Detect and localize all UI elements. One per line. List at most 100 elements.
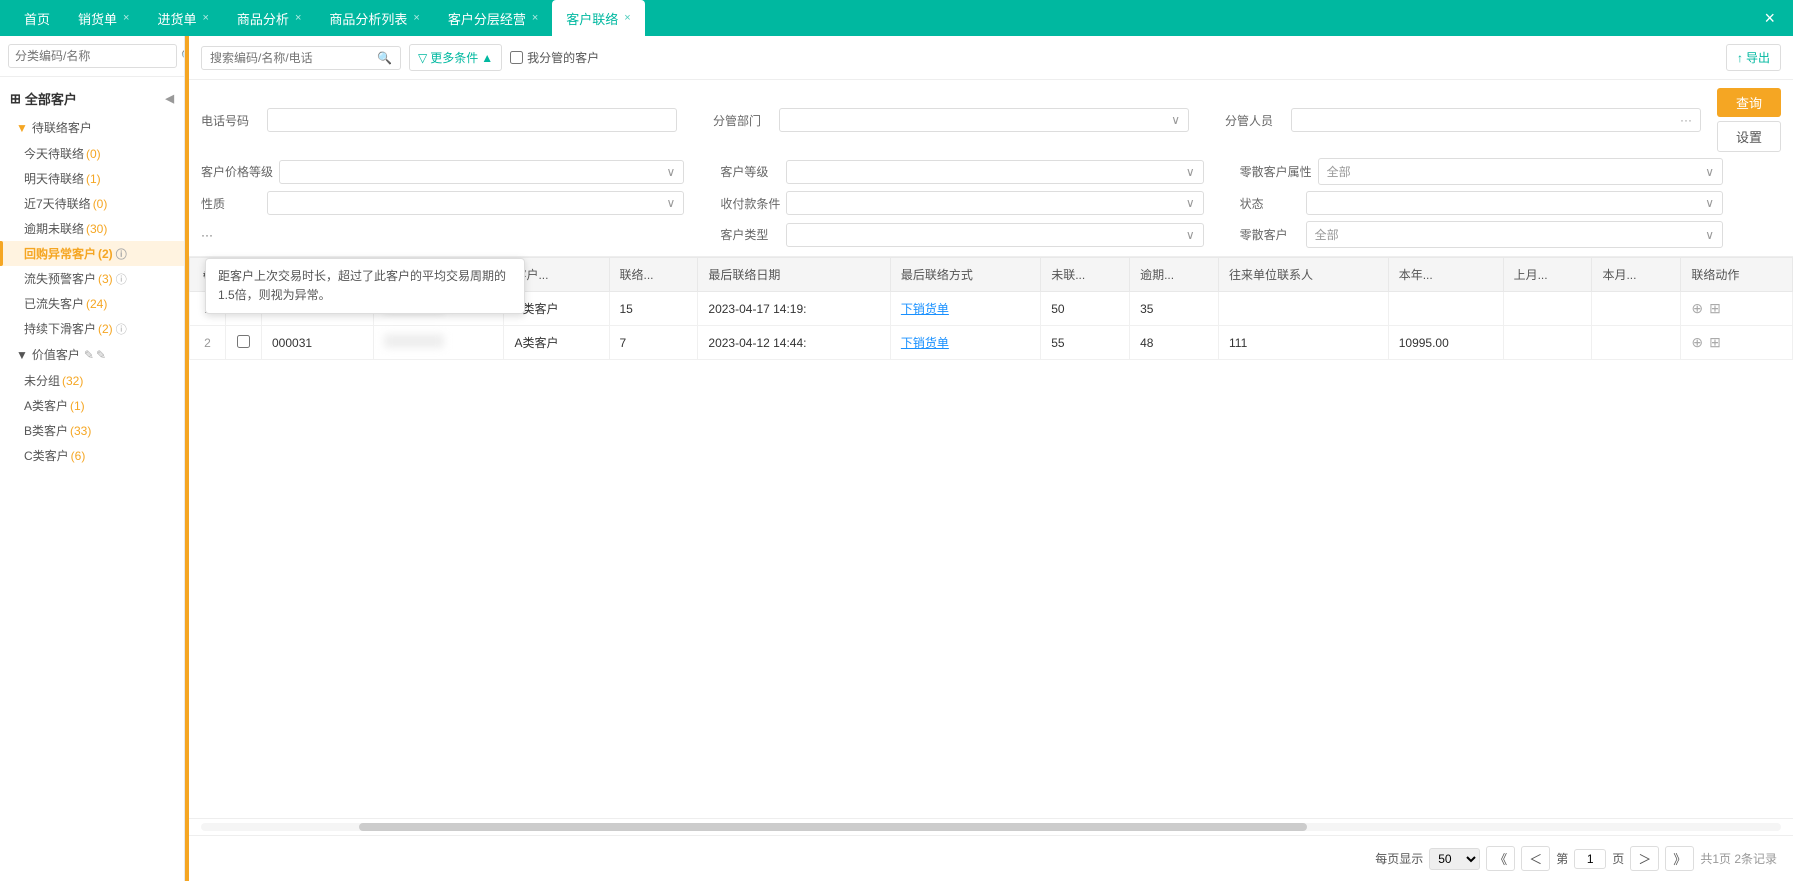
filter-dept: 分管部门 ∨	[713, 108, 1189, 132]
value-group-edit-icon[interactable]: ✎	[84, 348, 94, 362]
content-area: 距客户上次交易时长，超过了此客户的平均交易周期的1.5倍，则视为异常。 🔍 ▽ …	[189, 36, 1793, 881]
first-page-button[interactable]: 《	[1486, 846, 1515, 871]
customer-type-label: 客户类型	[720, 226, 780, 243]
sidebar-all-customers[interactable]: ⊞ 全部客户 ◀	[0, 83, 184, 114]
tomorrow-label: 明天待联络	[24, 170, 84, 187]
per-page-select[interactable]: 50 100 200	[1429, 848, 1480, 870]
nav-product-analysis[interactable]: 商品分析 ×	[223, 0, 315, 36]
customer-type-chevron: ∨	[1186, 228, 1195, 242]
filter-search-icon[interactable]: 🔍	[377, 51, 392, 65]
sidebar-item-declining[interactable]: 持续下滑客户 (2) ⓘ	[0, 316, 184, 341]
sidebar-tree: ⊞ 全部客户 ◀ ▼ 待联络客户 今天待联络(0) 明天待联络(1) 近7天待联…	[0, 77, 184, 881]
col-last-month: 上月...	[1503, 258, 1592, 292]
more-conditions-label: 更多条件	[430, 49, 478, 66]
retail-customer-chevron: ∨	[1705, 228, 1714, 242]
manager-label: 分管人员	[1225, 112, 1285, 129]
col-not-contacted: 未联...	[1041, 258, 1130, 292]
declining-label: 持续下滑客户	[24, 320, 96, 337]
nav-customer-segmentation[interactable]: 客户分层经营 ×	[434, 0, 552, 36]
row2-link-icon[interactable]: ⊕	[1691, 334, 1703, 351]
my-customers-checkbox[interactable]	[510, 51, 523, 64]
nav-customer-seg-close[interactable]: ×	[532, 12, 538, 24]
prev-page-button[interactable]: ＜	[1521, 846, 1550, 871]
status-select[interactable]: ∨	[1306, 191, 1723, 215]
sidebar-item-7days[interactable]: 近7天待联络(0)	[0, 191, 184, 216]
dept-select[interactable]: ∨	[779, 108, 1189, 132]
pending-group-label: 待联络客户	[32, 119, 92, 136]
col-this-year: 本年...	[1388, 258, 1503, 292]
customer-level-select[interactable]: ∨	[786, 160, 1203, 184]
next-page-button[interactable]: ＞	[1630, 846, 1659, 871]
sidebar-item-today[interactable]: 今天待联络(0)	[0, 141, 184, 166]
filter-search-input[interactable]	[210, 51, 377, 65]
sidebar-item-overdue[interactable]: 逾期未联络(30)	[0, 216, 184, 241]
row1-link-icon[interactable]: ⊕	[1691, 300, 1703, 317]
settings-button[interactable]: 设置	[1717, 121, 1781, 152]
tooltip-box: 距客户上次交易时长，超过了此客户的平均交易周期的1.5倍，则视为异常。	[205, 258, 525, 314]
sidebar-item-tomorrow[interactable]: 明天待联络(1)	[0, 166, 184, 191]
sidebar: 🔍 ⊞ 全部客户 ◀ ▼ 待联络客户 今天待联络(0) 明天待联络(1) 近7天…	[0, 36, 185, 881]
nav-customer-contact[interactable]: 客户联络 ×	[552, 0, 644, 36]
nav-purchase-close[interactable]: ×	[202, 12, 208, 24]
nav-sales[interactable]: 销货单 ×	[64, 0, 143, 36]
nav-customer-contact-close[interactable]: ×	[624, 12, 630, 24]
page-number-input[interactable]	[1574, 849, 1606, 869]
sidebar-item-b-class[interactable]: B类客户(33)	[0, 418, 184, 443]
ungroup-label: 未分组	[24, 372, 60, 389]
sidebar-search-area: 🔍	[0, 36, 184, 77]
sidebar-item-c-class[interactable]: C类客户(6)	[0, 443, 184, 468]
export-button[interactable]: ↑ 导出	[1726, 44, 1781, 71]
a-class-label: A类客户	[24, 397, 68, 414]
sidebar-pending-group[interactable]: ▼ 待联络客户	[0, 114, 184, 141]
window-close-button[interactable]: ×	[1756, 8, 1783, 29]
manager-more: ···	[1680, 113, 1692, 127]
nav-product-list-close[interactable]: ×	[413, 12, 419, 24]
pagination: 每页显示 50 100 200 《 ＜ 第 页 ＞ 》 共1页 2条记录	[189, 835, 1793, 881]
filter-search-box: 🔍	[201, 46, 401, 70]
sidebar-value-group[interactable]: ▼ 价值客户 ✎ ✎	[0, 341, 184, 368]
price-level-select[interactable]: ∨	[279, 160, 684, 184]
retail-customer-select[interactable]: 全部 ∨	[1306, 221, 1723, 248]
row2-grid-icon[interactable]: ⊞	[1709, 334, 1721, 351]
row2-this-year: 10995.00	[1388, 326, 1503, 360]
nav-customer-seg-label: 客户分层经营	[448, 9, 526, 28]
sidebar-item-lost-preview[interactable]: 流失预警客户 (3) ⓘ	[0, 266, 184, 291]
more-conditions-btn[interactable]: ▽ 更多条件 ▲	[409, 44, 502, 71]
row1-grid-icon[interactable]: ⊞	[1709, 300, 1721, 317]
customer-type-select[interactable]: ∨	[786, 223, 1203, 247]
nav-product-analysis-close[interactable]: ×	[295, 12, 301, 24]
query-button[interactable]: 查询	[1717, 88, 1781, 117]
horizontal-scrollbar[interactable]	[189, 818, 1793, 835]
sidebar-search-input[interactable]	[8, 44, 177, 68]
nav-product-list[interactable]: 商品分析列表 ×	[315, 0, 433, 36]
payment-select[interactable]: ∨	[786, 191, 1203, 215]
row2-actions: ⊕ ⊞	[1681, 326, 1793, 360]
chevron-up-icon: ▲	[481, 51, 493, 65]
row2-checkbox[interactable]	[226, 326, 262, 360]
nav-home[interactable]: 首页	[10, 0, 64, 36]
main-layout: 🔍 ⊞ 全部客户 ◀ ▼ 待联络客户 今天待联络(0) 明天待联络(1) 近7天…	[0, 36, 1793, 881]
value-group-edit2-icon[interactable]: ✎	[96, 348, 106, 362]
col-overdue: 逾期...	[1130, 258, 1219, 292]
gender-label: 性质	[201, 195, 261, 212]
manager-select[interactable]: ···	[1291, 108, 1701, 132]
pending-arrow-icon: ▼	[16, 121, 28, 135]
filter-retail-attr: 零散客户属性 全部 ∨	[1240, 158, 1723, 185]
filter-row-4: ··· 客户类型 ∨ 零散客户 全部 ∨	[201, 221, 1781, 248]
sidebar-item-a-class[interactable]: A类客户(1)	[0, 393, 184, 418]
sidebar-item-repurchase-abnormal[interactable]: 回购异常客户 (2) ⓘ	[0, 241, 184, 266]
sidebar-item-ungroup[interactable]: 未分组(32)	[0, 368, 184, 393]
retail-customer-label: 零散客户	[1240, 226, 1300, 243]
nav-purchase[interactable]: 进货单 ×	[143, 0, 222, 36]
nav-sales-close[interactable]: ×	[123, 12, 129, 24]
scrollbar-thumb[interactable]	[359, 823, 1307, 831]
gender-select[interactable]: ∨	[267, 191, 684, 215]
filter-price-level: 客户价格等级 ∨	[201, 160, 684, 184]
phone-input[interactable]	[267, 108, 677, 132]
retail-attr-select[interactable]: 全部 ∨	[1318, 158, 1723, 185]
nav-purchase-label: 进货单	[157, 9, 196, 28]
sidebar-item-lost-confirmed[interactable]: 已流失客户 (24)	[0, 291, 184, 316]
sidebar-collapse-icon[interactable]: ◀	[166, 92, 174, 105]
last-page-button[interactable]: 》	[1665, 846, 1694, 871]
declining-count: (2)	[98, 322, 113, 336]
